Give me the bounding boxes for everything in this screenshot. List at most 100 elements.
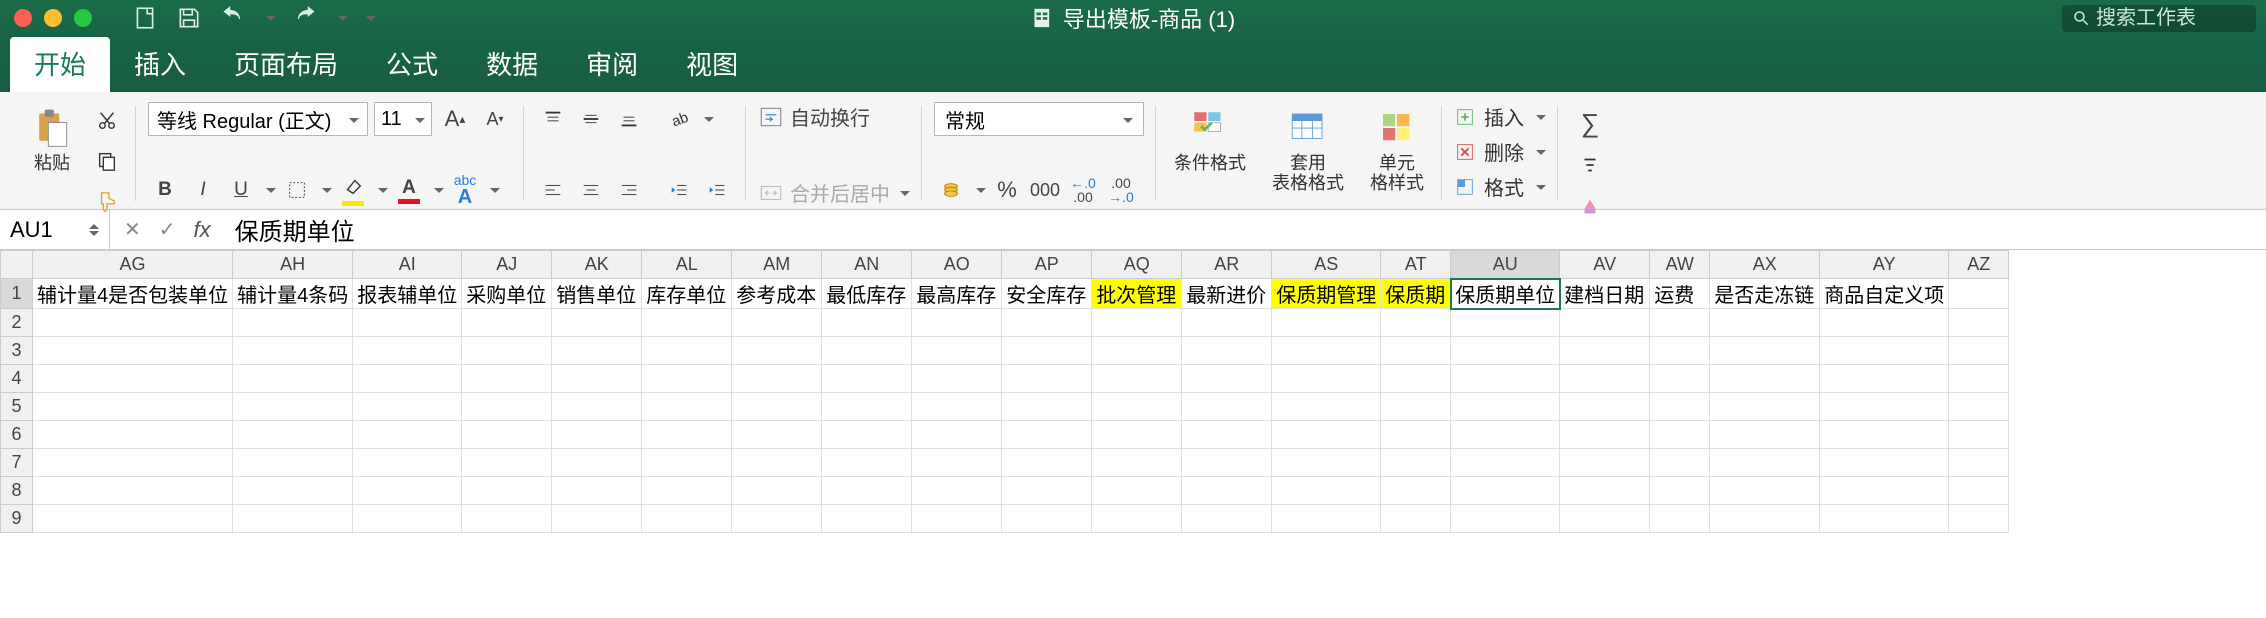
cell[interactable] xyxy=(1002,309,1092,337)
cell[interactable] xyxy=(1272,421,1381,449)
copy-button[interactable] xyxy=(90,144,124,178)
column-header[interactable]: AG xyxy=(33,251,233,279)
cell[interactable] xyxy=(1381,505,1451,533)
cell[interactable] xyxy=(1272,505,1381,533)
search-input[interactable] xyxy=(2096,7,2246,30)
cell[interactable] xyxy=(1451,505,1560,533)
tab-审阅[interactable]: 审阅 xyxy=(562,37,662,92)
cell[interactable] xyxy=(1092,421,1182,449)
cell[interactable] xyxy=(1820,309,1949,337)
cell[interactable] xyxy=(912,477,1002,505)
format-as-table-button[interactable]: 套用 表格格式 xyxy=(1266,102,1350,196)
cell[interactable] xyxy=(1002,421,1092,449)
cell[interactable] xyxy=(1560,337,1650,365)
cell[interactable] xyxy=(1092,309,1182,337)
cell[interactable] xyxy=(1182,421,1272,449)
column-header[interactable]: AL xyxy=(642,251,732,279)
column-header[interactable]: AP xyxy=(1002,251,1092,279)
sort-filter-button[interactable] xyxy=(1570,148,1610,182)
font-color-dropdown[interactable] xyxy=(430,185,444,195)
cell[interactable] xyxy=(1381,309,1451,337)
cell[interactable] xyxy=(1949,505,2009,533)
font-name-select[interactable]: 等线 Regular (正文) xyxy=(148,102,368,136)
cell[interactable] xyxy=(353,365,462,393)
cell[interactable] xyxy=(1182,337,1272,365)
cell[interactable] xyxy=(732,337,822,365)
cell[interactable] xyxy=(1820,477,1949,505)
paste-button[interactable]: 粘贴 xyxy=(22,102,82,176)
select-all-corner[interactable] xyxy=(1,251,33,279)
cell[interactable] xyxy=(1182,393,1272,421)
row-header[interactable]: 4 xyxy=(1,365,33,393)
row-header[interactable]: 3 xyxy=(1,337,33,365)
cell[interactable] xyxy=(822,505,912,533)
bold-button[interactable]: B xyxy=(148,173,182,207)
percent-button[interactable]: % xyxy=(990,173,1024,207)
cut-button[interactable] xyxy=(90,104,124,138)
delete-cells-button[interactable]: 删除 xyxy=(1454,137,1546,166)
cell[interactable] xyxy=(642,477,732,505)
cell[interactable] xyxy=(33,421,233,449)
cell[interactable] xyxy=(233,337,353,365)
autosum-button[interactable]: ∑ xyxy=(1570,106,1610,140)
cell[interactable] xyxy=(1949,279,2009,309)
cell[interactable] xyxy=(822,365,912,393)
cell[interactable] xyxy=(1560,449,1650,477)
cell[interactable] xyxy=(732,393,822,421)
cell[interactable]: 销售单位 xyxy=(552,279,642,309)
cell[interactable]: 批次管理 xyxy=(1092,279,1182,309)
insert-cells-button[interactable]: 插入 xyxy=(1454,102,1546,131)
cell[interactable] xyxy=(1381,477,1451,505)
cell[interactable] xyxy=(822,337,912,365)
row-header[interactable]: 9 xyxy=(1,505,33,533)
fx-icon[interactable]: fx xyxy=(194,217,211,243)
cell[interactable] xyxy=(1272,393,1381,421)
cell[interactable]: 最低库存 xyxy=(822,279,912,309)
cell[interactable] xyxy=(732,505,822,533)
column-header[interactable]: AH xyxy=(233,251,353,279)
cell[interactable] xyxy=(462,477,552,505)
cell[interactable] xyxy=(1710,421,1820,449)
cell[interactable] xyxy=(1820,393,1949,421)
enter-formula-icon[interactable]: ✓ xyxy=(159,217,176,242)
cell[interactable] xyxy=(1002,365,1092,393)
cell[interactable] xyxy=(1002,393,1092,421)
cell[interactable] xyxy=(732,421,822,449)
cell[interactable] xyxy=(1451,337,1560,365)
column-header[interactable]: AT xyxy=(1381,251,1451,279)
tab-页面布局[interactable]: 页面布局 xyxy=(210,37,362,92)
cell[interactable] xyxy=(353,505,462,533)
borders-dropdown[interactable] xyxy=(318,185,332,195)
currency-dropdown[interactable] xyxy=(972,185,986,195)
cell[interactable] xyxy=(642,505,732,533)
currency-button[interactable] xyxy=(934,173,968,207)
cell[interactable] xyxy=(1949,393,2009,421)
cell[interactable] xyxy=(33,309,233,337)
minimize-window[interactable] xyxy=(44,9,62,27)
cell[interactable]: 保质期单位 xyxy=(1451,279,1560,309)
row-header[interactable]: 8 xyxy=(1,477,33,505)
tab-公式[interactable]: 公式 xyxy=(362,37,462,92)
align-right-button[interactable] xyxy=(612,173,646,207)
cell[interactable] xyxy=(353,421,462,449)
row-header[interactable]: 5 xyxy=(1,393,33,421)
cell[interactable] xyxy=(1272,477,1381,505)
tab-数据[interactable]: 数据 xyxy=(462,37,562,92)
cell[interactable] xyxy=(1451,309,1560,337)
cell[interactable] xyxy=(233,505,353,533)
cell[interactable] xyxy=(353,337,462,365)
cell[interactable] xyxy=(552,337,642,365)
column-header[interactable]: AV xyxy=(1560,251,1650,279)
cell[interactable] xyxy=(912,309,1002,337)
borders-button[interactable] xyxy=(280,173,314,207)
cell[interactable] xyxy=(1560,505,1650,533)
close-window[interactable] xyxy=(14,9,32,27)
increase-indent-button[interactable] xyxy=(700,173,734,207)
cell[interactable]: 采购单位 xyxy=(462,279,552,309)
cell[interactable] xyxy=(1182,505,1272,533)
cell[interactable] xyxy=(1272,365,1381,393)
cell[interactable] xyxy=(462,309,552,337)
cell[interactable] xyxy=(1820,449,1949,477)
column-header[interactable]: AR xyxy=(1182,251,1272,279)
align-center-button[interactable] xyxy=(574,173,608,207)
